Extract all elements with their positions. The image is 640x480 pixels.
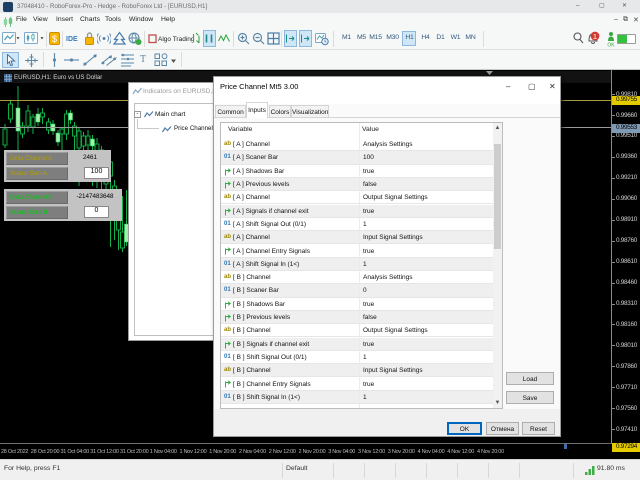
svg-text:OK: OK [607, 43, 615, 48]
svg-text:1: 1 [593, 32, 597, 41]
svg-text:$: $ [52, 34, 57, 44]
